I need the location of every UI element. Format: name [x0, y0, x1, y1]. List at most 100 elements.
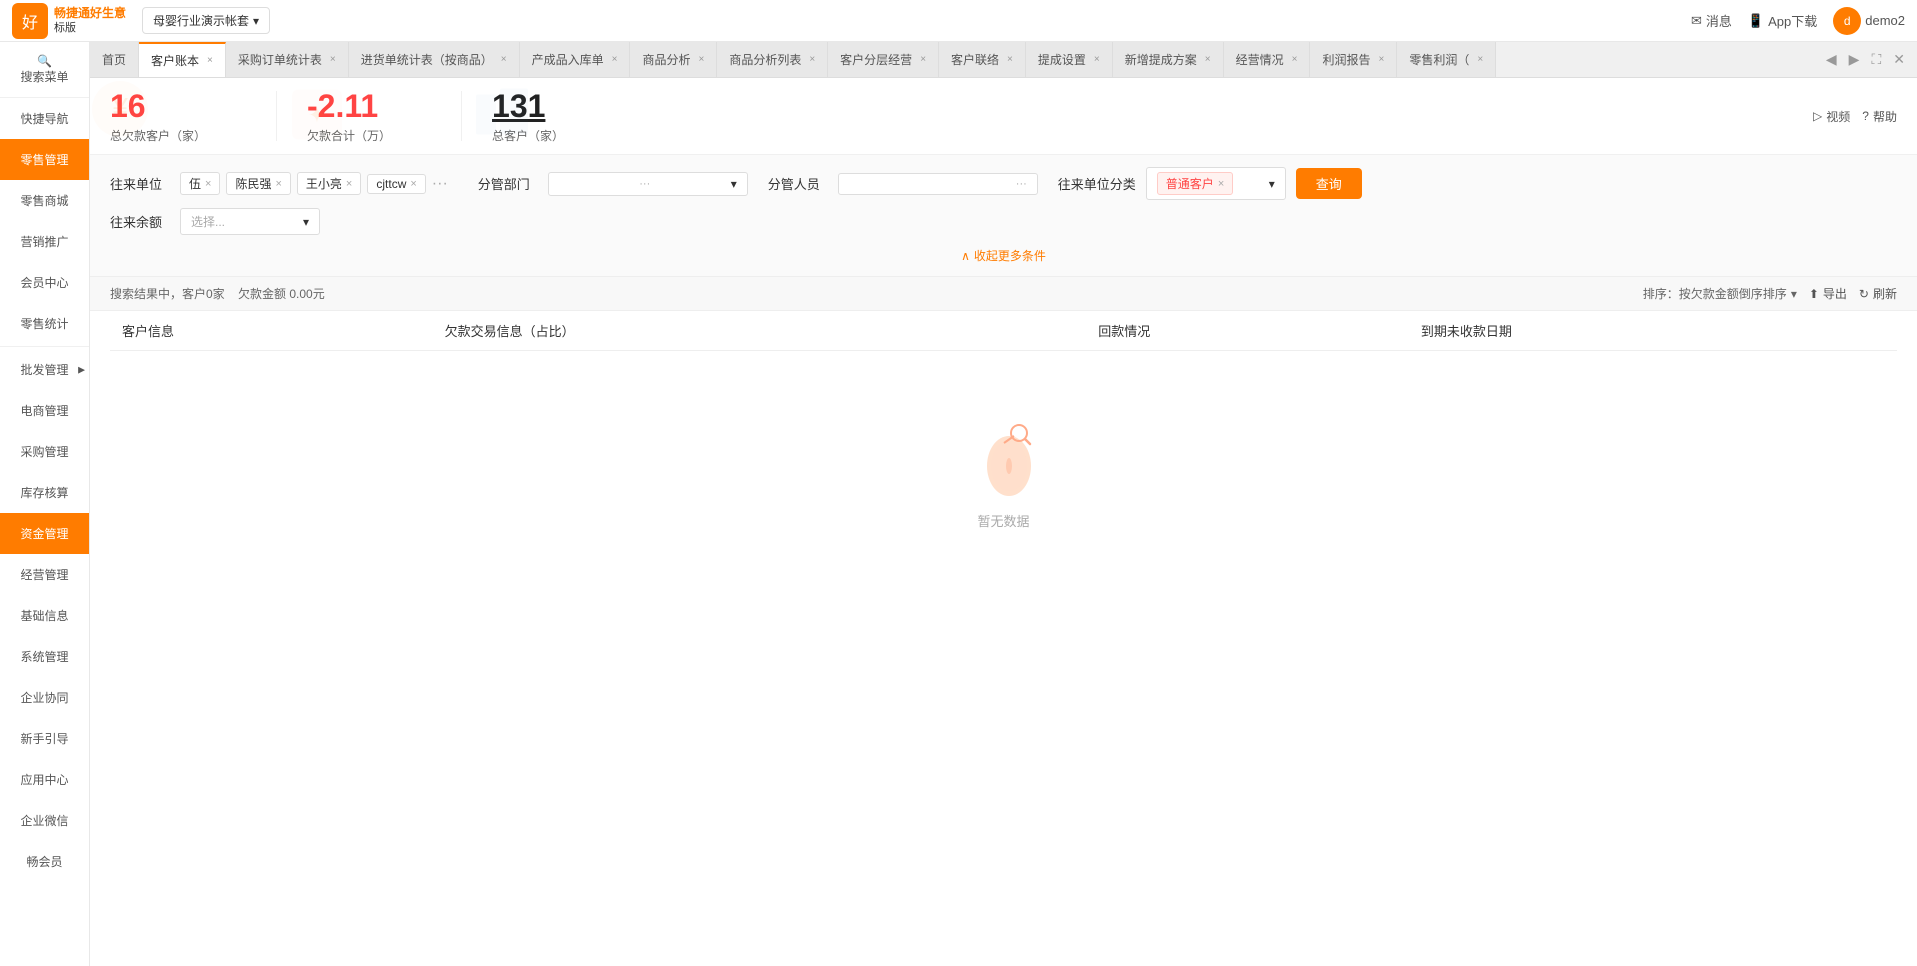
export-btn[interactable]: ⬆ 导出 [1809, 285, 1847, 302]
tab-purchase-orders[interactable]: 采购订单统计表 × [226, 42, 349, 78]
main-layout: 🔍 搜索菜单 快捷导航 零售管理 零售商城 营销推广 会员中心 零售统计 批发管… [0, 42, 1917, 966]
tab-profit-report[interactable]: 利润报告 × [1310, 42, 1397, 78]
sidebar-item-quick-nav[interactable]: 快捷导航 [0, 98, 89, 139]
table-container: 客户信息 欠款交易信息（占比） 回款情况 到期未收款日期 [90, 311, 1917, 590]
sort-chevron-icon: ▾ [1791, 287, 1797, 301]
sidebar-item-corp-wechat[interactable]: 企业微信 [0, 800, 89, 841]
tab-close-goods-analysis[interactable]: × [698, 54, 704, 65]
col-overdue-date: 到期未收款日期 [1409, 311, 1897, 351]
dept-chevron-icon: ▾ [731, 177, 737, 191]
refresh-btn[interactable]: ↻ 刷新 [1859, 285, 1897, 302]
app-download-btn[interactable]: 📱 App下载 [1748, 11, 1817, 30]
tab-inbound-stats[interactable]: 进货单统计表（按商品） × [349, 42, 520, 78]
tab-operations[interactable]: 经营情况 × [1224, 42, 1311, 78]
remaining-selector[interactable]: 选择... ▾ [180, 208, 320, 235]
data-table: 客户信息 欠款交易信息（占比） 回款情况 到期未收款日期 [110, 311, 1897, 590]
unit-category-filter-label: 往来单位分类 [1058, 174, 1136, 193]
tab-expand-icon[interactable]: ⛶ [1867, 49, 1885, 70]
sidebar-item-search-menu[interactable]: 🔍 搜索菜单 [0, 42, 89, 98]
tab-close-purchase-orders[interactable]: × [330, 54, 336, 65]
collapse-filter-btn[interactable]: ∧ 收起更多条件 [957, 243, 1050, 268]
stat3-label: 总客户（家） [492, 127, 564, 144]
sidebar-item-wholesale-mgmt[interactable]: 批发管理 [0, 349, 89, 390]
page-content: ¥ 16 总欠款客户（家） ✦ -2.11 欠款合计（万） [90, 78, 1917, 966]
filter-tag-cjttcw: cjttcw × [367, 174, 425, 194]
tab-close-all-icon[interactable]: ✕ [1889, 49, 1909, 70]
tab-scroll-left[interactable]: ◀ [1822, 49, 1841, 70]
sidebar-item-system-mgmt[interactable]: 系统管理 [0, 636, 89, 677]
tab-close-customer-capital[interactable]: × [207, 55, 213, 66]
remaining-chevron-icon: ▾ [303, 215, 309, 229]
remove-tag-chenminqiang[interactable]: × [275, 178, 281, 190]
sidebar-item-operations-mgmt[interactable]: 经营管理 [0, 554, 89, 595]
help-btn[interactable]: ? 帮助 [1862, 108, 1897, 125]
remove-tag-wangxiaoliang[interactable]: × [346, 178, 352, 190]
unit-category-selector[interactable]: 普通客户 × ▾ [1146, 167, 1286, 200]
sort-selector[interactable]: 排序：按欠款金额倒序排序 ▾ [1643, 285, 1797, 302]
tab-goods-analysis-list[interactable]: 商品分析列表 × [717, 42, 828, 78]
dept-selector[interactable]: ··· ▾ [548, 172, 748, 196]
manager-filter-label: 分管人员 [768, 174, 828, 193]
sidebar-item-member-center[interactable]: 会员中心 [0, 262, 89, 303]
query-button[interactable]: 查询 [1296, 168, 1362, 199]
stats-right: ▷ 视频 ? 帮助 [1813, 108, 1897, 125]
remove-tag-wu[interactable]: × [205, 178, 211, 190]
store-selector[interactable]: 母婴行业演示帐套 ▾ [142, 7, 270, 34]
tab-close-profit-report[interactable]: × [1378, 54, 1384, 65]
remove-unit-category-tag[interactable]: × [1218, 178, 1224, 190]
filter-row-2: 往来余额 选择... ▾ [110, 208, 1897, 235]
tab-promotion-settings[interactable]: 提成设置 × [1026, 42, 1113, 78]
message-btn[interactable]: ✉ 消息 [1691, 11, 1732, 30]
tab-customer-capital[interactable]: 客户账本 × [139, 42, 226, 78]
sidebar-item-app-center[interactable]: 应用中心 [0, 759, 89, 800]
empty-text: 暂无数据 [977, 511, 1029, 530]
col-customer-info: 客户信息 [110, 311, 433, 351]
sidebar-item-retail-stats[interactable]: 零售统计 [0, 303, 89, 344]
tab-close-retail-profit[interactable]: × [1477, 54, 1483, 65]
sidebar: 🔍 搜索菜单 快捷导航 零售管理 零售商城 营销推广 会员中心 零售统计 批发管… [0, 42, 90, 966]
filter-area: 往来单位 伍 × 陈民强 × 王小亮 × [90, 155, 1917, 277]
tab-home[interactable]: 首页 [90, 42, 139, 78]
tab-goods-analysis[interactable]: 商品分析 × [630, 42, 717, 78]
results-bar: 搜索结果中，客户0家 欠款金额 0.00元 排序：按欠款金额倒序排序 ▾ ⬆ 导… [90, 277, 1917, 311]
tab-close-customer-segment[interactable]: × [920, 54, 926, 65]
sidebar-item-basic-info[interactable]: 基础信息 [0, 595, 89, 636]
sidebar-item-ecommerce-mgmt[interactable]: 电商管理 [0, 390, 89, 431]
tab-retail-profit[interactable]: 零售利润（ × [1397, 42, 1496, 78]
unit-filter-label: 往来单位 [110, 174, 170, 193]
result-text: 搜索结果中，客户0家 欠款金额 0.00元 [110, 285, 1643, 302]
tab-bar-actions: ◀ ▶ ⛶ ✕ [1814, 49, 1917, 70]
tab-new-promotion-plan[interactable]: 新增提成方案 × [1113, 42, 1224, 78]
filter-more-tags[interactable]: ··· [432, 175, 448, 193]
tab-close-cost-inbound[interactable]: × [612, 54, 618, 65]
filter-tag-chenminqiang: 陈民强 × [226, 172, 290, 195]
sidebar-item-retail-mgmt[interactable]: 零售管理 [0, 139, 89, 180]
sidebar-item-retail-store[interactable]: 零售商城 [0, 180, 89, 221]
tab-close-inbound-stats[interactable]: × [501, 54, 507, 65]
sidebar-item-purchase-mgmt[interactable]: 采购管理 [0, 431, 89, 472]
manager-selector[interactable]: ··· [838, 173, 1038, 195]
tab-close-promotion-settings[interactable]: × [1094, 54, 1100, 65]
tab-customer-segment[interactable]: 客户分层经营 × [828, 42, 939, 78]
user-avatar[interactable]: d demo2 [1833, 7, 1905, 35]
tab-close-goods-analysis-list[interactable]: × [809, 54, 815, 65]
tab-close-operations[interactable]: × [1292, 54, 1298, 65]
sidebar-item-finance-mgmt[interactable]: 资金管理 [0, 513, 89, 554]
tab-bar: 首页 客户账本 × 采购订单统计表 × 进货单统计表（按商品） × 产成品入库单… [90, 42, 1917, 78]
stat2-value: -2.11 [307, 88, 391, 125]
sidebar-item-corp-collab[interactable]: 企业协同 [0, 677, 89, 718]
sidebar-item-vip-member[interactable]: 畅会员 [0, 841, 89, 882]
remove-tag-cjttcw[interactable]: × [410, 178, 416, 190]
tab-scroll-right[interactable]: ▶ [1845, 49, 1864, 70]
tab-close-new-promotion-plan[interactable]: × [1205, 54, 1211, 65]
stat3-value: 131 [492, 88, 564, 125]
tab-cost-inbound[interactable]: 产成品入库单 × [520, 42, 631, 78]
logo-icon: 好 [12, 3, 48, 39]
sidebar-item-marketing[interactable]: 营销推广 [0, 221, 89, 262]
video-help-btn[interactable]: ▷ 视频 [1813, 108, 1850, 125]
sidebar-item-inventory[interactable]: 库存核算 [0, 472, 89, 513]
sidebar-item-new-guide[interactable]: 新手引导 [0, 718, 89, 759]
remaining-filter-label: 往来余额 [110, 212, 170, 231]
tab-close-customer-contact[interactable]: × [1007, 54, 1013, 65]
tab-customer-contact[interactable]: 客户联络 × [939, 42, 1026, 78]
